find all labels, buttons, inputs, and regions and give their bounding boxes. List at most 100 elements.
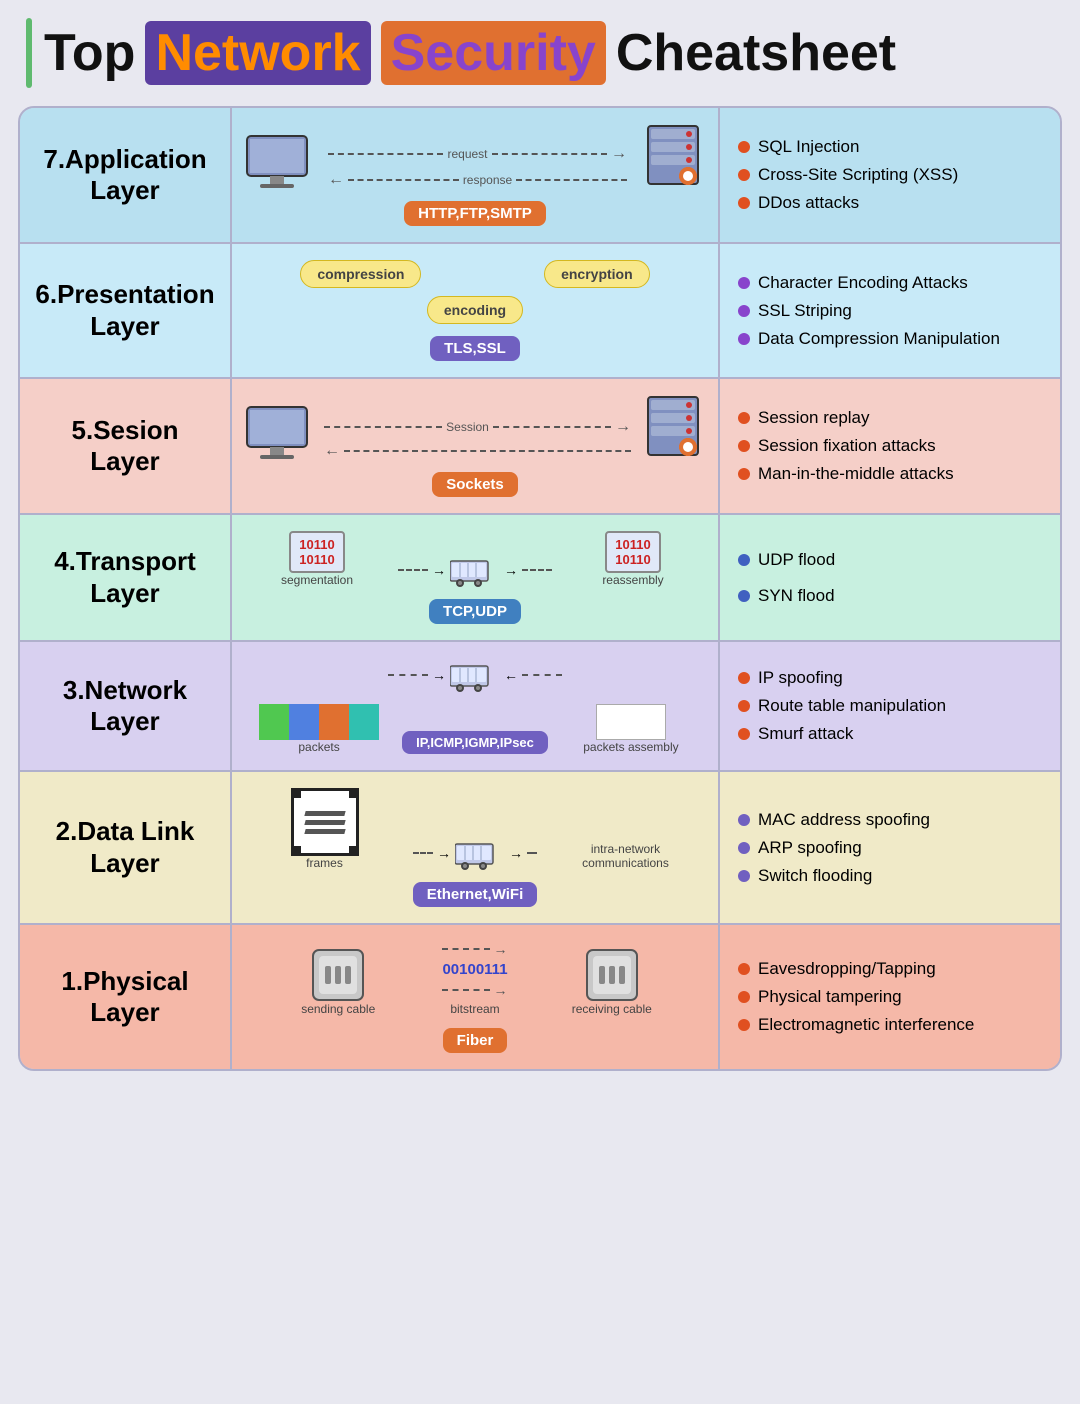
- threat-text: Route table manipulation: [758, 696, 946, 716]
- layer-row-session: 5.SesionLayer Session →: [20, 379, 1060, 515]
- threat-item: Data Compression Manipulation: [738, 329, 1042, 349]
- threat-item: Route table manipulation: [738, 696, 1042, 716]
- threat-text: Data Compression Manipulation: [758, 329, 1000, 349]
- threat-item: UDP flood: [738, 550, 1042, 570]
- threat-text: Character Encoding Attacks: [758, 273, 968, 293]
- intra-network-label: intra-networkcommunications: [582, 842, 669, 870]
- accent-bar: [26, 18, 32, 88]
- layer-visual-transport: 10110 10110 segmentation →: [230, 515, 720, 640]
- layer-visual-session: Session → ←: [230, 379, 720, 513]
- layer-threats-application: SQL Injection Cross-Site Scripting (XSS)…: [720, 108, 1060, 242]
- threat-dot: [738, 590, 750, 602]
- protocol-badge-pres: TLS,SSL: [430, 336, 520, 361]
- layer-threats-session: Session replay Session fixation attacks …: [720, 379, 1060, 513]
- packet-assembly: [596, 704, 666, 740]
- threat-dot: [738, 169, 750, 181]
- threat-text: SQL Injection: [758, 137, 859, 157]
- layer-threats-physical: Eavesdropping/Tapping Physical tampering…: [720, 925, 1060, 1069]
- threat-item: Electromagnetic interference: [738, 1015, 1042, 1035]
- threat-item: Smurf attack: [738, 724, 1042, 744]
- binary-block-left: 10110 10110: [289, 531, 344, 573]
- threat-item: Cross-Site Scripting (XSS): [738, 165, 1042, 185]
- threat-dot: [738, 554, 750, 566]
- page-header: Top Network Security Cheatsheet: [18, 18, 1062, 88]
- threat-item: Session fixation attacks: [738, 436, 1042, 456]
- bitstream-label: bitstream: [450, 1002, 499, 1016]
- threat-text: Smurf attack: [758, 724, 853, 744]
- layer-name-datalink: 2.Data LinkLayer: [20, 772, 230, 923]
- compression-pill: compression: [300, 260, 421, 288]
- threat-item: MAC address spoofing: [738, 810, 1042, 830]
- encryption-pill: encryption: [544, 260, 650, 288]
- threat-dot: [738, 440, 750, 452]
- response-label: response: [463, 173, 512, 187]
- threat-item: Switch flooding: [738, 866, 1042, 886]
- protocol-badge-phys: Fiber: [443, 1028, 508, 1053]
- threat-dot: [738, 305, 750, 317]
- request-label: request: [447, 147, 487, 161]
- title-cheatsheet: Cheatsheet: [616, 23, 896, 83]
- threat-item: DDos attacks: [738, 193, 1042, 213]
- packet-blocks: [259, 704, 379, 740]
- segmentation-label: segmentation: [281, 573, 353, 587]
- session-label: Session: [446, 420, 489, 434]
- packets-assembly-label: packets assembly: [583, 740, 678, 754]
- threat-item: IP spoofing: [738, 668, 1042, 688]
- threat-item: Session replay: [738, 408, 1042, 428]
- threat-item: SSL Striping: [738, 301, 1042, 321]
- threat-text: Eavesdropping/Tapping: [758, 959, 936, 979]
- layer-row-presentation: 6.PresentationLayer compression encrypti…: [20, 244, 1060, 379]
- monitor-icon-session: [242, 405, 312, 460]
- layer-visual-physical: sending cable → 00100111 → bitstream: [230, 925, 720, 1069]
- threat-dot: [738, 141, 750, 153]
- reassembly-label: reassembly: [602, 573, 663, 587]
- receiving-cable-label: receiving cable: [572, 1002, 652, 1016]
- threat-text: SYN flood: [758, 586, 835, 606]
- frames-label: frames: [306, 856, 343, 870]
- threat-text: DDos attacks: [758, 193, 859, 213]
- threat-text: Physical tampering: [758, 987, 902, 1007]
- threat-dot: [738, 277, 750, 289]
- layer-name-session: 5.SesionLayer: [20, 379, 230, 513]
- threat-dot: [738, 197, 750, 209]
- layer-row-network: 3.NetworkLayer → ←: [20, 642, 1060, 772]
- layer-threats-transport: UDP flood SYN flood: [720, 515, 1060, 640]
- frame-icon: [291, 788, 359, 856]
- layer-name-application: 7.ApplicationLayer: [20, 108, 230, 242]
- layer-threats-presentation: Character Encoding Attacks SSL Striping …: [720, 244, 1060, 377]
- binary-block-right: 10110 10110: [605, 531, 660, 573]
- threat-text: Session fixation attacks: [758, 436, 936, 456]
- threat-item: Physical tampering: [738, 987, 1042, 1007]
- bitstream-value: 00100111: [442, 961, 507, 978]
- protocol-badge-app: HTTP,FTP,SMTP: [404, 201, 546, 226]
- truck-icon: [450, 553, 500, 587]
- encoding-pill: encoding: [427, 296, 523, 324]
- threat-dot: [738, 672, 750, 684]
- threat-text: IP spoofing: [758, 668, 843, 688]
- threat-dot: [738, 870, 750, 882]
- threat-dot: [738, 728, 750, 740]
- threat-item: Man-in-the-middle attacks: [738, 464, 1042, 484]
- threat-text: Session replay: [758, 408, 870, 428]
- layer-visual-application: request → ← response: [230, 108, 720, 242]
- threat-dot: [738, 842, 750, 854]
- threat-dot: [738, 412, 750, 424]
- server-icon-session: [643, 395, 708, 460]
- protocol-badge-data: Ethernet,WiFi: [413, 882, 538, 907]
- threat-dot: [738, 468, 750, 480]
- threat-dot: [738, 333, 750, 345]
- threat-dot: [738, 991, 750, 1003]
- packets-label: packets: [298, 740, 339, 754]
- layer-threats-datalink: MAC address spoofing ARP spoofing Switch…: [720, 772, 1060, 923]
- monitor-icon: [242, 134, 312, 189]
- layer-threats-network: IP spoofing Route table manipulation Smu…: [720, 642, 1060, 770]
- layer-name-physical: 1.PhysicalLayer: [20, 925, 230, 1069]
- layer-row-application: 7.ApplicationLayer request →: [20, 108, 1060, 244]
- main-title: Top Network Security Cheatsheet: [44, 21, 896, 85]
- title-top: Top: [44, 23, 135, 83]
- layer-row-physical: 1.PhysicalLayer sending cable: [20, 925, 1060, 1069]
- layer-name-presentation: 6.PresentationLayer: [20, 244, 230, 377]
- layer-name-network: 3.NetworkLayer: [20, 642, 230, 770]
- threat-dot: [738, 700, 750, 712]
- truck-icon-net: [450, 658, 500, 692]
